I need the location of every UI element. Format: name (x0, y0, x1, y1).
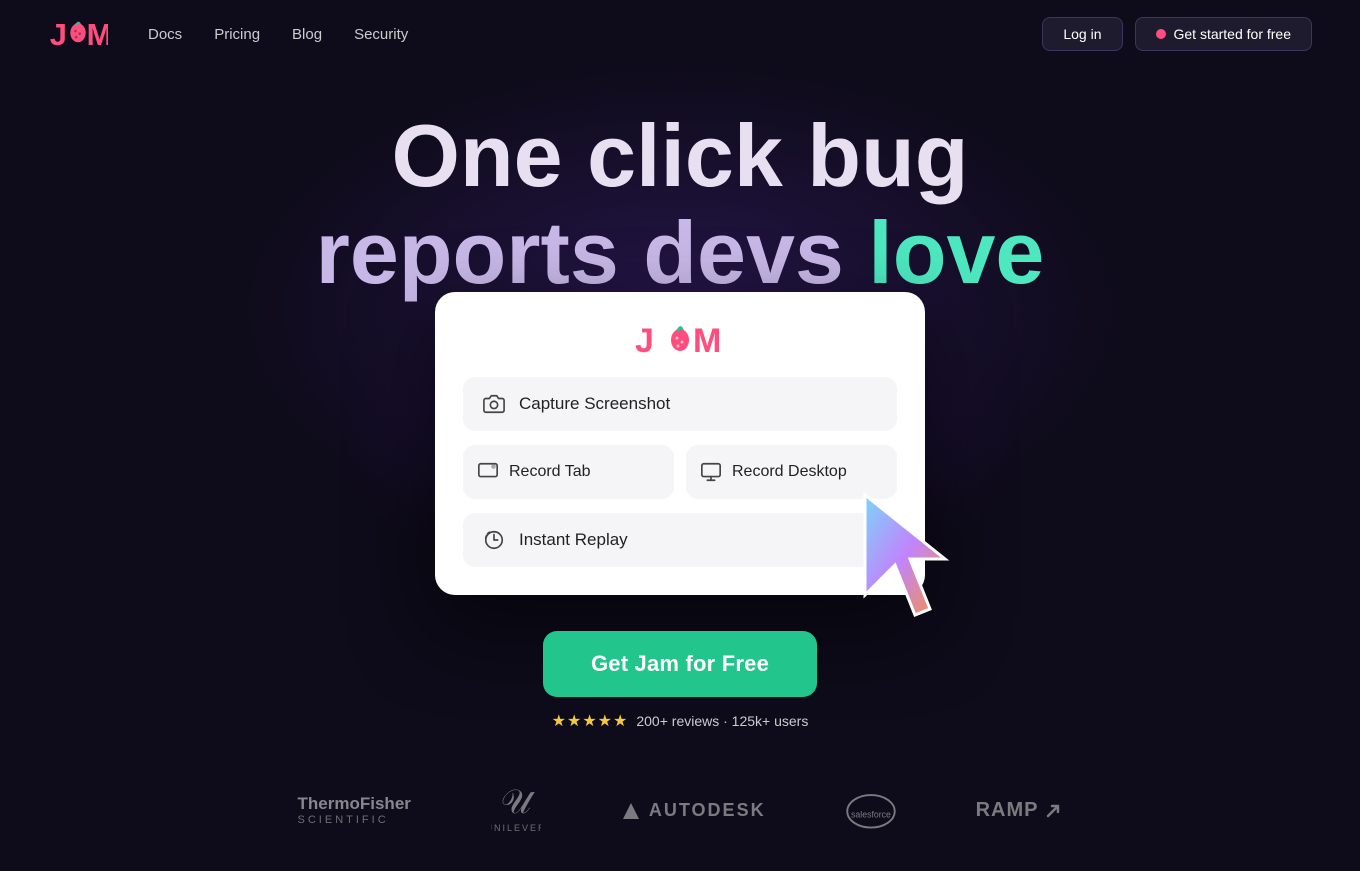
unilever-icon: 𝒰 UNILEVER (491, 781, 541, 836)
record-tab-icon (477, 461, 499, 483)
thermo-line2: SCIENTIFIC (298, 814, 389, 827)
nav-links: Docs Pricing Blog Security (148, 26, 408, 43)
ui-card-wrapper: J M Capture Screenshot (435, 292, 925, 595)
instant-replay-button[interactable]: Instant Replay (463, 513, 897, 567)
logo-icon: J M (48, 12, 108, 52)
hero-section: One click bug reports devs love J M (0, 68, 1360, 871)
replay-icon (483, 529, 505, 551)
record-desktop-label: Record Desktop (732, 463, 847, 481)
record-desktop-icon (700, 461, 722, 483)
navbar: J M Docs Pricing Blog Security Log in Ge… (0, 0, 1360, 68)
brand-ramp: ramp (976, 799, 1063, 822)
capture-screenshot-button[interactable]: Capture Screenshot (463, 377, 897, 431)
brand-salesforce: salesforce (846, 791, 896, 831)
svg-text:J: J (50, 16, 67, 51)
brand-autodesk: AUTODESK (621, 800, 766, 821)
ramp-label: ramp (976, 799, 1039, 822)
hero-line2-prefix: reports devs (316, 203, 869, 302)
nav-link-pricing[interactable]: Pricing (214, 26, 260, 43)
record-buttons-row: Record Tab Record Desktop (463, 445, 897, 499)
reviews-row: ★★★★★ 200+ reviews · 125k+ users (552, 711, 809, 731)
hero-title: One click bug reports devs love (316, 108, 1045, 302)
get-started-label: Get started for free (1174, 26, 1292, 42)
cta-section: Get Jam for Free ★★★★★ 200+ reviews · 12… (543, 631, 817, 731)
get-jam-free-button[interactable]: Get Jam for Free (543, 631, 817, 697)
cursor-wrapper (845, 485, 985, 645)
brand-unilever: 𝒰 UNILEVER (491, 781, 541, 841)
nav-link-docs[interactable]: Docs (148, 26, 182, 43)
svg-text:UNILEVER: UNILEVER (491, 823, 541, 833)
brand-thermofisher: ThermoFisher SCIENTIFIC (298, 794, 411, 828)
record-tab-button[interactable]: Record Tab (463, 445, 674, 499)
logo[interactable]: J M (48, 12, 108, 57)
thermo-line1: ThermoFisher (298, 794, 411, 814)
nav-right: Log in Get started for free (1042, 17, 1312, 51)
ramp-arrow-icon (1044, 802, 1062, 820)
nav-left: J M Docs Pricing Blog Security (48, 12, 408, 57)
autodesk-label: AUTODESK (649, 800, 766, 821)
svg-text:salesforce: salesforce (851, 809, 891, 819)
svg-text:M: M (87, 16, 108, 51)
nav-link-blog[interactable]: Blog (292, 26, 322, 43)
salesforce-icon: salesforce (846, 791, 896, 831)
get-started-button[interactable]: Get started for free (1135, 17, 1313, 51)
autodesk-logo-icon (621, 801, 641, 821)
record-tab-label: Record Tab (509, 463, 591, 481)
stars-icon: ★★★★★ (552, 711, 629, 731)
capture-screenshot-label: Capture Screenshot (519, 394, 670, 414)
card-logo-icon: J M (635, 320, 725, 358)
hero-line1: One click bug (316, 108, 1045, 205)
hero-line2-highlight: love (868, 203, 1044, 302)
card-logo: J M (635, 320, 725, 363)
svg-text:M: M (693, 322, 721, 358)
reviews-text: 200+ reviews · 125k+ users (636, 713, 808, 729)
camera-icon (483, 393, 505, 415)
brands-row: ThermoFisher SCIENTIFIC 𝒰 UNILEVER AUTOD… (298, 781, 1063, 871)
nav-link-security[interactable]: Security (354, 26, 408, 43)
svg-text:J: J (635, 322, 654, 358)
cursor-icon (845, 485, 975, 635)
started-dot-icon (1156, 29, 1166, 39)
svg-text:𝒰: 𝒰 (501, 784, 536, 821)
login-button[interactable]: Log in (1042, 17, 1122, 51)
hero-line2: reports devs love (316, 205, 1045, 302)
instant-replay-label: Instant Replay (519, 530, 628, 550)
